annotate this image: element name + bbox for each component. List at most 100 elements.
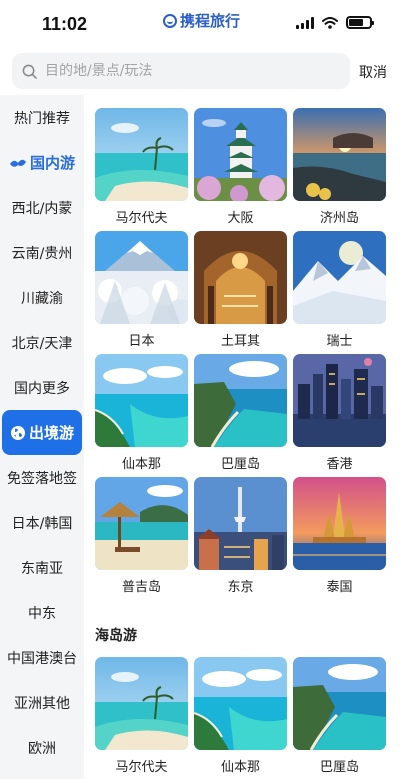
destination-label: 土耳其 [220,334,260,349]
sidebar-item-label: 国内游 [29,154,75,172]
cliff-coast-image [293,657,386,750]
sidebar-item[interactable]: 国内游 [0,140,84,185]
destination-label: 仙本那 [121,457,161,472]
sidebar-item-label: 免签落地签 [7,470,77,487]
wifi-icon [322,16,338,29]
sidebar-item[interactable]: 中东 [0,590,84,635]
snow-mountain-image [95,231,188,324]
castle-image [194,108,287,201]
destination-label: 瑞士 [326,334,353,349]
sidebar-item[interactable]: 热门推荐 [0,95,84,140]
destination-thumbnail [95,657,188,750]
destination-label: 日本 [128,334,155,349]
search-input[interactable] [45,63,325,79]
tower-city-image [194,477,287,570]
destination-card[interactable]: 大阪 [194,108,287,231]
destination-label: 仙本那 [220,760,260,775]
status-icons [296,16,374,29]
sidebar-item[interactable]: 欧洲 [0,725,84,770]
destination-card[interactable]: 仙本那 [95,354,188,477]
destination-label: 巴厘岛 [220,457,260,472]
sidebar-item-label: 北京/天津 [11,335,73,352]
destination-card[interactable]: 巴厘岛 [293,657,386,779]
destination-card[interactable]: 泰国 [293,477,386,600]
sidebar-item-label: 亚洲其他 [14,695,70,712]
destination-thumbnail [293,477,386,570]
alps-image [293,231,386,324]
globe-icon [10,425,26,441]
sidebar-item-label: 国内更多 [14,380,70,397]
island-beach-image [95,657,188,750]
cellular-signal-icon [296,16,314,29]
destination-label: 普吉岛 [121,580,161,595]
destination-content: 马尔代夫 大阪 济州岛 日本 土耳其 瑞士 仙本那 巴厘岛 香港 普吉岛 东京 泰国 海岛游 马尔代夫… [84,95,400,779]
status-bar: 11:02 携程旅行 [0,0,400,48]
destination-thumbnail [194,477,287,570]
island-grid: 马尔代夫 仙本那 巴厘岛 [95,657,386,779]
lagoon-image [95,354,188,447]
destination-card[interactable]: 东京 [194,477,287,600]
destination-thumbnail [293,657,386,750]
sidebar-item[interactable]: 北京/天津 [0,320,84,365]
destination-thumbnail [194,354,287,447]
destination-card[interactable]: 仙本那 [194,657,287,779]
destination-card[interactable]: 瑞士 [293,231,386,354]
destination-card[interactable]: 普吉岛 [95,477,188,600]
sidebar-item[interactable]: 东南亚 [0,545,84,590]
destination-thumbnail [95,108,188,201]
destination-label: 泰国 [326,580,353,595]
destination-card[interactable]: 济州岛 [293,108,386,231]
sidebar-item[interactable]: 免签落地签 [0,455,84,500]
sidebar-item-label: 云南/贵州 [11,245,73,262]
sidebar-item-label: 东南亚 [21,560,63,577]
destination-card[interactable]: 巴厘岛 [194,354,287,477]
destination-label: 东京 [227,580,254,595]
search-icon [22,64,37,79]
brand-logo: 携程旅行 [163,10,240,31]
cliff-coast-image [194,354,287,447]
status-time: 11:02 [42,14,88,34]
sidebar-item-label: 西北/内蒙 [11,200,73,217]
destination-thumbnail [293,108,386,201]
destination-thumbnail [194,231,287,324]
destination-card[interactable]: 土耳其 [194,231,287,354]
destination-label: 马尔代夫 [115,760,168,775]
search-box[interactable] [12,53,350,89]
destination-thumbnail [194,657,287,750]
sidebar-item-label: 川藏渝 [21,290,63,307]
sidebar-item-label: 日本/韩国 [11,515,73,532]
destination-label: 香港 [326,457,353,472]
destination-label: 巴厘岛 [319,760,359,775]
city-night-image [293,354,386,447]
destination-thumbnail [293,231,386,324]
destination-thumbnail [95,354,188,447]
sidebar-item[interactable]: 川藏渝 [0,275,84,320]
beach-hut-image [95,477,188,570]
destination-card[interactable]: 日本 [95,231,188,354]
destination-card[interactable]: 马尔代夫 [95,108,188,231]
sidebar-item[interactable]: 出境游 [2,410,82,455]
destination-thumbnail [293,354,386,447]
destination-grid: 马尔代夫 大阪 济州岛日本 土耳其 瑞士仙本那 巴厘岛 香港普吉岛 东京 泰国 [95,108,386,600]
flying-bird-icon [9,156,27,170]
destination-thumbnail [95,231,188,324]
cancel-button[interactable]: 取消 [359,62,387,82]
destination-label: 马尔代夫 [115,211,168,226]
sunset-coast-image [293,108,386,201]
sidebar-item-label: 中国港澳台 [7,650,77,667]
destination-thumbnail [95,477,188,570]
sidebar-item[interactable]: 亚洲其他 [0,680,84,725]
destination-card[interactable]: 香港 [293,354,386,477]
sidebar-item[interactable]: 日本/韩国 [0,500,84,545]
island-section-title: 海岛游 [95,628,137,644]
mosque-interior-image [194,231,287,324]
temple-sunset-image [293,477,386,570]
sidebar-item[interactable]: 中国港澳台 [0,635,84,680]
destination-card[interactable]: 马尔代夫 [95,657,188,779]
sidebar-item[interactable]: 云南/贵州 [0,230,84,275]
lagoon-image [194,657,287,750]
sidebar-item[interactable]: 国内更多 [0,365,84,410]
sidebar-item-label: 热门推荐 [14,110,70,127]
island-beach-image [95,108,188,201]
sidebar-item[interactable]: 西北/内蒙 [0,185,84,230]
